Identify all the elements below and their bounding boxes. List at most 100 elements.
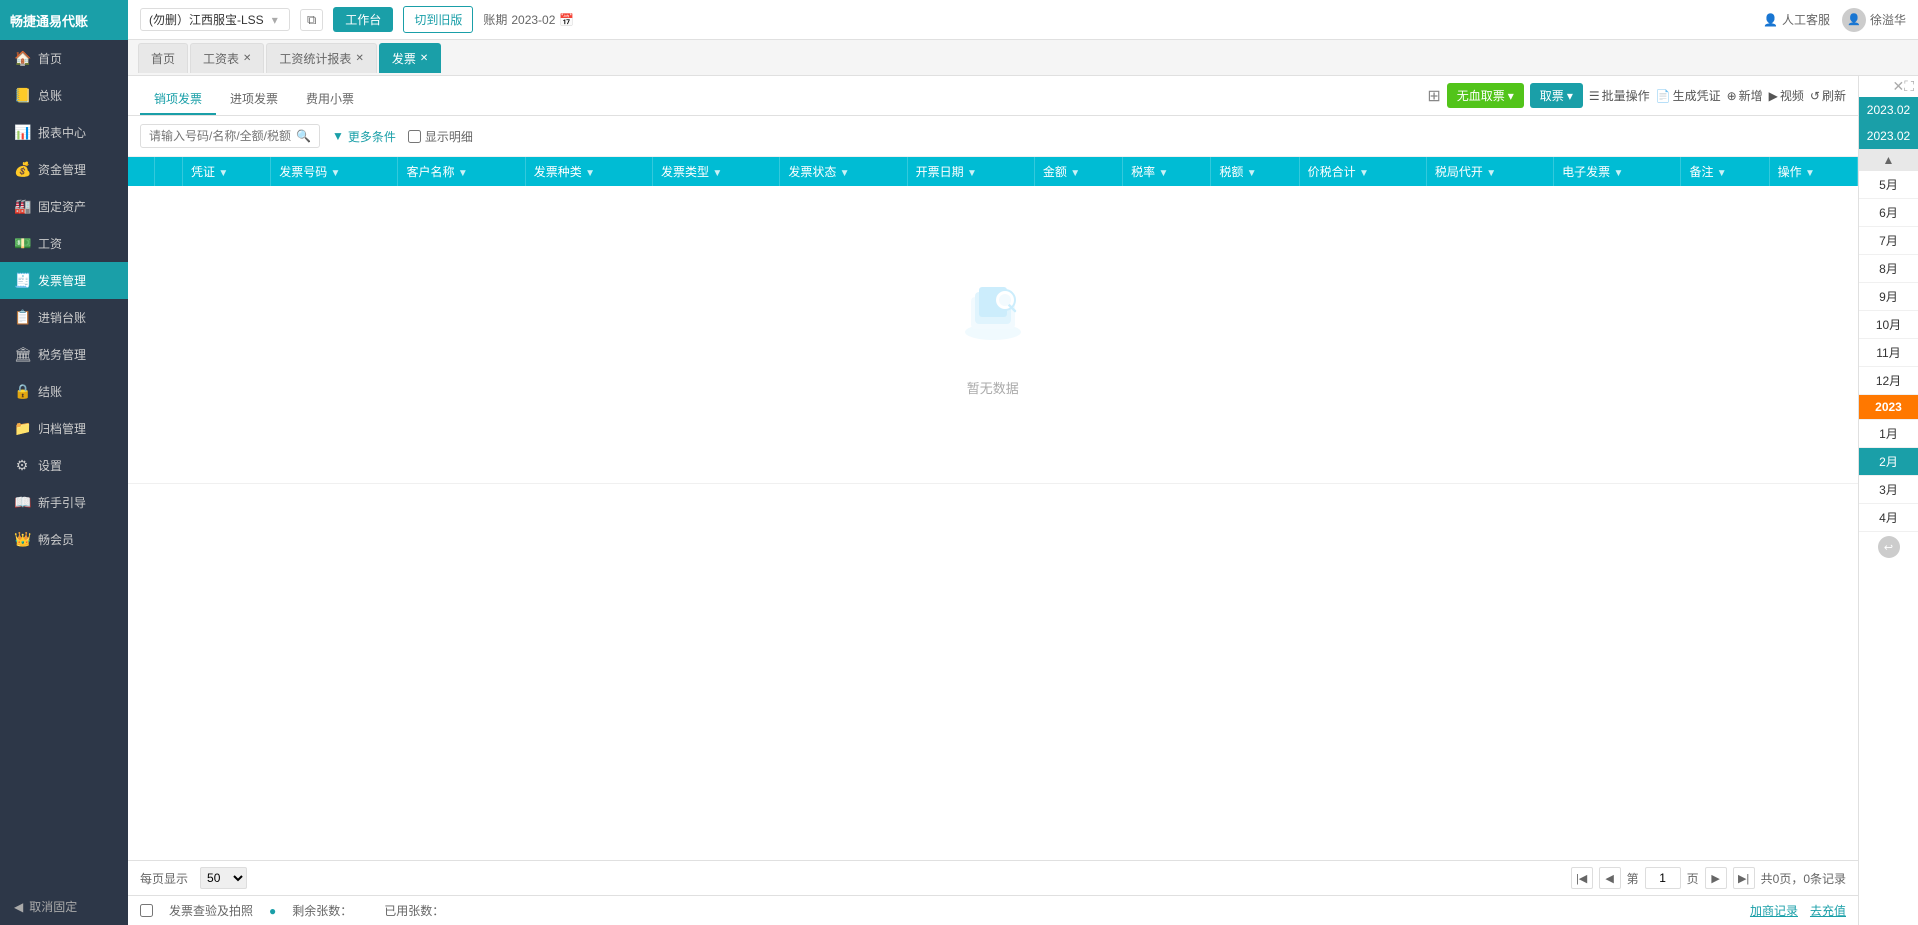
page-size-select[interactable]: 50 10 20 100 <box>200 867 247 889</box>
used-label: 已用张数： <box>384 902 444 919</box>
date-panel-month-2023[interactable]: 3月 <box>1859 476 1918 504</box>
take-invoice-button[interactable]: 取票 ▾ <box>1530 83 1583 108</box>
next-page-btn[interactable]: ▶ <box>1705 867 1727 889</box>
sidebar-item-3[interactable]: 💰资金管理 <box>0 151 128 188</box>
search-input[interactable] <box>149 129 292 143</box>
date-panel-month-2022[interactable]: 6月 <box>1859 199 1918 227</box>
video-btn[interactable]: ▶ 视频 <box>1769 87 1804 104</box>
period-value: 2023-02 <box>511 13 555 27</box>
sidebar-item-2[interactable]: 📊报表中心 <box>0 114 128 151</box>
date-panel-month-2022[interactable]: 12月 <box>1859 367 1918 395</box>
pagination-footer: 每页显示 50 10 20 100 |◀ ◀ 第 页 ▶ ▶| 共0页，0条记录 <box>128 860 1858 895</box>
refresh-btn[interactable]: ↺ 刷新 <box>1810 87 1846 104</box>
date-panel-month-2022[interactable]: 5月 <box>1859 171 1918 199</box>
sidebar-item-7[interactable]: 📋进销台账 <box>0 299 128 336</box>
no-tax-button[interactable]: 无血取票 ▾ <box>1447 83 1524 108</box>
total-records: 共0页，0条记录 <box>1761 870 1846 887</box>
new-btn[interactable]: ⊕ 新增 <box>1727 87 1763 104</box>
sidebar-icon-1: 📒 <box>14 87 30 104</box>
calendar-icon[interactable]: 📅 <box>559 13 574 27</box>
tab-0[interactable]: 首页 <box>138 43 188 73</box>
date-panel-nav-btn[interactable]: ↩ <box>1878 536 1900 558</box>
sidebar-label-5: 工资 <box>38 235 62 252</box>
col-header-9: 金额 ▼ <box>1034 157 1122 186</box>
show-detail-checkbox[interactable]: 显示明细 <box>408 128 473 145</box>
grid-icon[interactable]: ⊞ <box>1427 86 1440 106</box>
tab-label-1: 工资表 <box>203 50 239 67</box>
date-panel-header1[interactable]: 2023.02 <box>1859 97 1918 123</box>
tab-close-3[interactable]: ✕ <box>420 53 428 64</box>
company-selector[interactable]: (勿删）江西服宝-LSS ▾ <box>140 8 290 31</box>
sidebar-logo[interactable]: 畅捷通易代账 <box>0 0 128 40</box>
add-record-link[interactable]: 加商记录 <box>1750 902 1798 919</box>
prev-page-btn[interactable]: ◀ <box>1599 867 1621 889</box>
workbench-button[interactable]: 工作台 <box>333 7 393 32</box>
col-header-3: 发票号码 ▼ <box>271 157 398 186</box>
sidebar-item-0[interactable]: 🏠首页 <box>0 40 128 77</box>
sidebar-item-11[interactable]: ⚙设置 <box>0 447 128 484</box>
sidebar-item-10[interactable]: 📁归档管理 <box>0 410 128 447</box>
sub-tab-purchase[interactable]: 进项发票 <box>216 84 292 115</box>
sidebar-item-4[interactable]: 🏭固定资产 <box>0 188 128 225</box>
date-panel-year-prev[interactable]: ▲ <box>1859 149 1918 171</box>
app-title: 畅捷通易代账 <box>10 11 88 30</box>
sub-tab-sales[interactable]: 销项发票 <box>140 84 216 115</box>
date-panel-month-2023[interactable]: 1月 <box>1859 420 1918 448</box>
tab-close-1[interactable]: ✕ <box>243 53 251 64</box>
date-panel-month-2022[interactable]: 11月 <box>1859 339 1918 367</box>
show-detail-check[interactable] <box>408 130 421 143</box>
verify-checkbox[interactable] <box>140 904 153 917</box>
copy-button[interactable]: ⧉ <box>300 9 323 31</box>
recharge-link[interactable]: 去充值 <box>1810 902 1846 919</box>
filter-icon: ▼ <box>332 129 344 143</box>
sidebar-item-9[interactable]: 🔒结账 <box>0 373 128 410</box>
take-label: 取票 <box>1540 87 1564 104</box>
sidebar-label-9: 结账 <box>38 383 62 400</box>
take-arrow-icon: ▾ <box>1567 89 1573 103</box>
first-page-btn[interactable]: |◀ <box>1571 867 1593 889</box>
tab-1[interactable]: 工资表 ✕ <box>190 43 264 73</box>
date-panel-month-2023[interactable]: 2月 <box>1859 448 1918 476</box>
batch-op-btn[interactable]: ☰ 批量操作 <box>1589 87 1650 104</box>
date-panel-month-2022[interactable]: 7月 <box>1859 227 1918 255</box>
date-panel-month-2023[interactable]: 4月 <box>1859 504 1918 532</box>
tab-label-2: 工资统计报表 <box>279 50 351 67</box>
header-right: 👤 人工客服 👤 徐溢华 <box>1763 8 1906 32</box>
switch-version-button[interactable]: 切到旧版 <box>403 6 473 33</box>
date-panel-month-2022[interactable]: 10月 <box>1859 311 1918 339</box>
sidebar: 畅捷通易代账 🏠首页📒总账📊报表中心💰资金管理🏭固定资产💵工资🧾发票管理📋进销台… <box>0 0 128 925</box>
dropdown-arrow-icon: ▾ <box>1508 89 1514 103</box>
sidebar-item-13[interactable]: 👑畅会员 <box>0 521 128 558</box>
date-panel-month-2022[interactable]: 8月 <box>1859 255 1918 283</box>
col-header-14: 电子发票 ▼ <box>1554 157 1681 186</box>
tab-3[interactable]: 发票✕ <box>379 43 441 73</box>
panel-expand-btn[interactable]: ⛶ <box>1904 78 1914 95</box>
sidebar-label-0: 首页 <box>38 50 62 67</box>
generate-voucher-btn[interactable]: 📄 生成凭证 <box>1656 87 1721 104</box>
support-label: 人工客服 <box>1782 11 1830 28</box>
empty-text: 暂无数据 <box>967 378 1019 397</box>
sidebar-item-1[interactable]: 📒总账 <box>0 77 128 114</box>
year-2023-label[interactable]: 2023 <box>1859 395 1918 420</box>
tab-2[interactable]: 工资统计报表 ✕ <box>266 43 376 73</box>
support-btn[interactable]: 👤 人工客服 <box>1763 11 1830 28</box>
tab-label-0: 首页 <box>151 50 175 67</box>
sidebar-item-5[interactable]: 💵工资 <box>0 225 128 262</box>
sidebar-item-8[interactable]: 🏛税务管理 <box>0 336 128 373</box>
empty-illustration <box>953 272 1033 366</box>
date-panel-header2[interactable]: 2023.02 <box>1859 123 1918 149</box>
invoice-table-container: 凭证 ▼发票号码 ▼客户名称 ▼发票种类 ▼发票类型 ▼发票状态 ▼开票日期 ▼… <box>128 157 1858 860</box>
search-input-wrapper[interactable]: 🔍 <box>140 124 320 148</box>
panel-close-btn[interactable]: ✕ <box>1892 78 1904 95</box>
user-avatar[interactable]: 👤 徐溢华 <box>1842 8 1906 32</box>
more-filter-btn[interactable]: ▼ 更多条件 <box>332 128 396 145</box>
sub-tab-expense[interactable]: 费用小票 <box>292 84 368 115</box>
tab-close-2[interactable]: ✕ <box>355 53 363 64</box>
sidebar-item-12[interactable]: 📖新手引导 <box>0 484 128 521</box>
date-panel-month-2022[interactable]: 9月 <box>1859 283 1918 311</box>
sidebar-bottom-toggle[interactable]: ◀ 取消固定 <box>0 888 128 925</box>
sidebar-item-6[interactable]: 🧾发票管理 <box>0 262 128 299</box>
last-page-btn[interactable]: ▶| <box>1733 867 1755 889</box>
avatar: 👤 <box>1842 8 1866 32</box>
page-number-input[interactable] <box>1645 867 1681 889</box>
